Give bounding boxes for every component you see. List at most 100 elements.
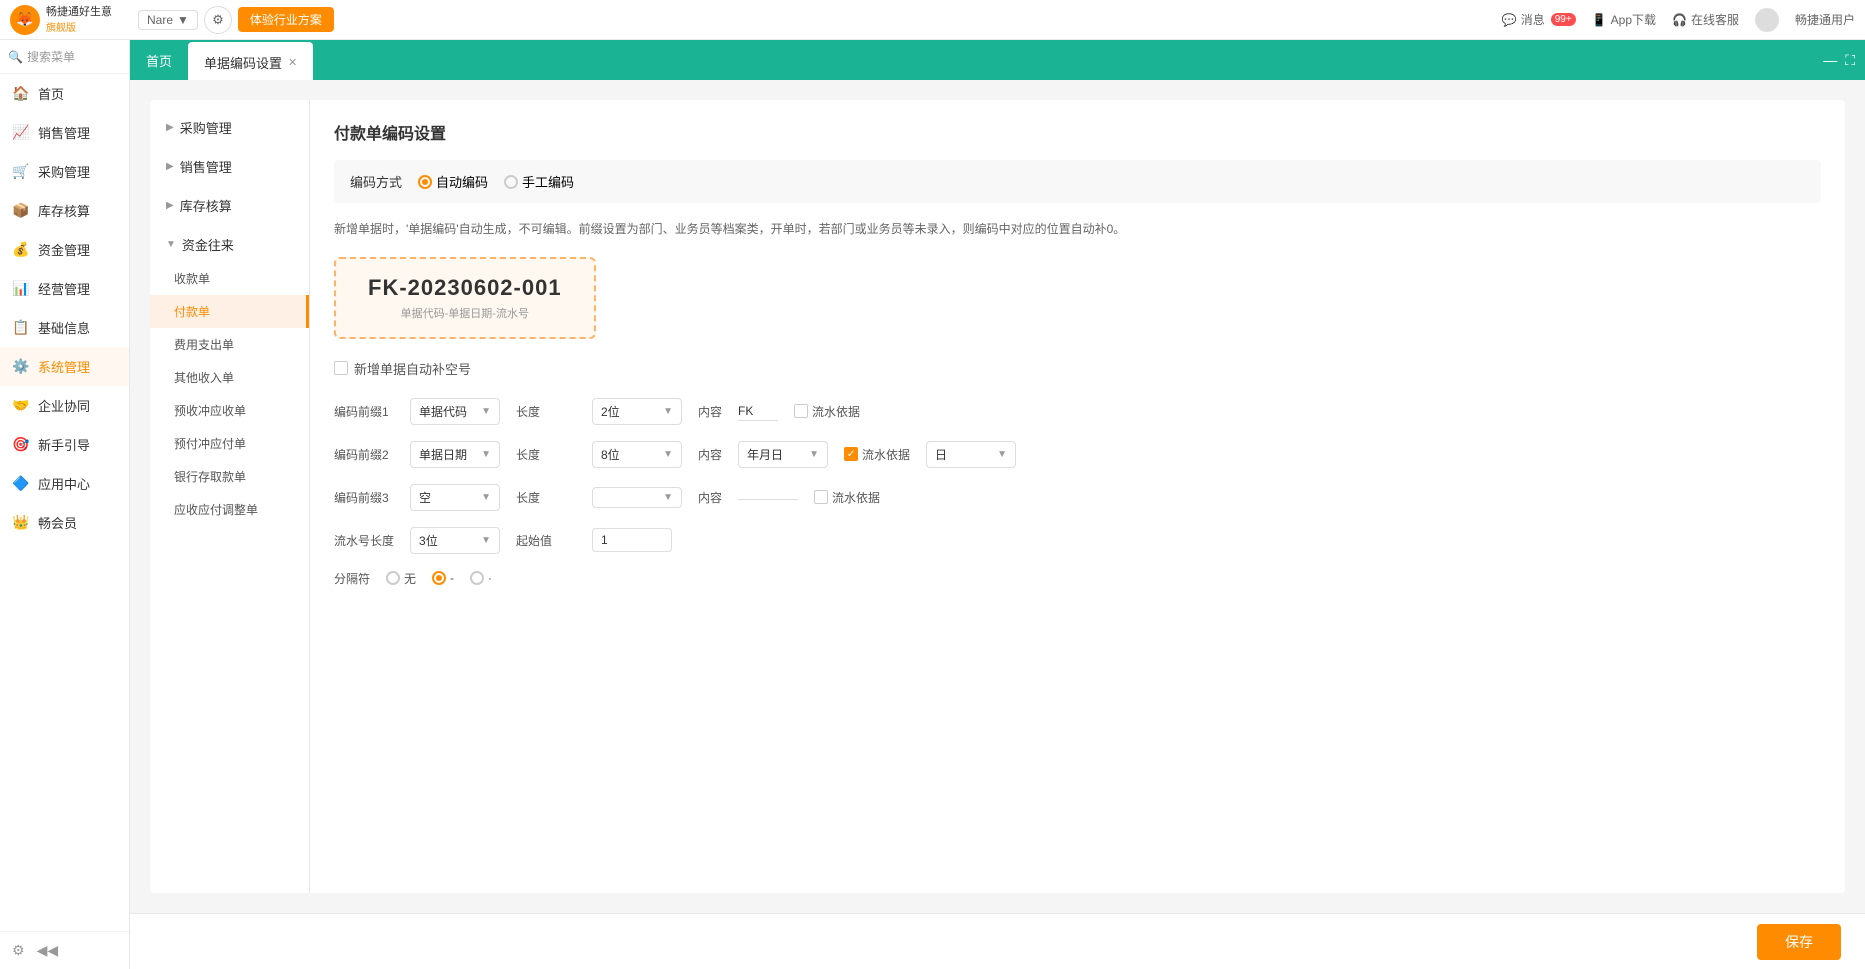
sidebar-item-vip[interactable]: 👑 畅会员 (0, 503, 129, 542)
app-download-button[interactable]: 📱 App下载 (1592, 11, 1656, 28)
subnav-item-other-income[interactable]: 其他收入单 (150, 361, 309, 394)
length2-select[interactable]: 8位 ▼ (592, 441, 682, 468)
auto-encode-option[interactable]: 自动编码 (418, 172, 488, 191)
avatar[interactable] (1755, 8, 1779, 32)
finance-icon: 💰 (12, 241, 30, 258)
manual-encode-radio[interactable] (504, 175, 518, 189)
subnav-item-payment[interactable]: 付款单 (150, 295, 309, 328)
separator-label: 分隔符 (334, 570, 374, 587)
subnav-item-bank[interactable]: 银行存取款单 (150, 460, 309, 493)
sep-dash-radio[interactable] (432, 571, 446, 585)
sidebar-item-home[interactable]: 🏠 首页 (0, 74, 129, 113)
code-preview-box: FK-20230602-001 单据代码-单据日期-流水号 (334, 257, 596, 339)
purchase-icon: 🛒 (12, 163, 30, 180)
prefix2-label: 编码前缀2 (334, 446, 394, 463)
subnav-item-receipt[interactable]: 收款单 (150, 262, 309, 295)
home-icon: 🏠 (12, 85, 30, 102)
page-title: 付款单编码设置 (334, 120, 1821, 144)
sidebar-item-enterprise[interactable]: 🤝 企业协同 (0, 386, 129, 425)
logo-area: 🦊 畅捷通好生意 旗舰版 (10, 5, 130, 35)
online-service-button[interactable]: 🎧 在线客服 (1672, 11, 1739, 28)
prefix3-select[interactable]: 空 ▼ (410, 484, 500, 511)
system-icon: ⚙️ (12, 358, 30, 375)
trial-button[interactable]: 体验行业方案 (238, 7, 334, 32)
search-icon: 🔍 (8, 50, 23, 64)
sidebar-item-operations[interactable]: 📊 经营管理 (0, 269, 129, 308)
messages-button[interactable]: 💬 消息 99+ (1502, 11, 1576, 28)
content2-select[interactable]: 年月日 ▼ (738, 441, 828, 468)
sidebar-item-basics[interactable]: 📋 基础信息 (0, 308, 129, 347)
auto-fill-row: 新增单据自动补空号 (334, 359, 1821, 378)
window-minimize-icon[interactable]: — (1823, 52, 1837, 68)
arrow-right-icon: ▶ (166, 122, 174, 133)
waterflow3-checkbox[interactable] (814, 490, 828, 504)
settings-button[interactable]: ⚙ (204, 6, 232, 34)
sep-dash-option[interactable]: - (432, 571, 454, 585)
sep-none-radio[interactable] (386, 571, 400, 585)
chevron-down-icon-l1: ▼ (663, 406, 673, 417)
notice-text: 新增单据时，'单据编码'自动生成，不可编辑。前缀设置为部门、业务员等档案类，开单… (334, 219, 1821, 241)
messages-badge: 99+ (1551, 13, 1576, 26)
subnav-item-adjustment[interactable]: 应收应付调整单 (150, 493, 309, 526)
sidebar-search[interactable]: 🔍 搜索菜单 (0, 40, 129, 74)
waterflow1-checkbox[interactable] (794, 404, 808, 418)
length3-select[interactable]: ▼ (592, 487, 682, 508)
inner-layout: ▶ 采购管理 ▶ 销售管理 ▶ (150, 100, 1845, 893)
serial-length-row: 流水号长度 3位 ▼ 起始值 (334, 527, 1821, 554)
manual-encode-option[interactable]: 手工编码 (504, 172, 574, 191)
sidebar-collapse-icon[interactable]: ◀◀ (37, 942, 59, 959)
subnav-header-sales[interactable]: ▶ 销售管理 (150, 149, 309, 184)
auto-encode-radio[interactable] (418, 175, 432, 189)
sidebar-item-finance[interactable]: 💰 资金管理 (0, 230, 129, 269)
logo-text: 畅捷通好生意 旗舰版 (46, 5, 112, 34)
sidebar-item-newguide[interactable]: 🎯 新手引导 (0, 425, 129, 464)
waterflow2-checkbox[interactable]: ✓ (844, 447, 858, 461)
prefix1-label: 编码前缀1 (334, 403, 394, 420)
code-preview-desc: 单据代码-单据日期-流水号 (368, 305, 562, 321)
tab-close-icon[interactable]: ✕ (288, 56, 297, 69)
serial-length-select[interactable]: 3位 ▼ (410, 527, 500, 554)
subnav-header-purchase[interactable]: ▶ 采购管理 (150, 110, 309, 145)
prefix2-row: 编码前缀2 单据日期 ▼ 长度 8位 ▼ 内容 (334, 441, 1821, 468)
waterflow2-period-select[interactable]: 日 ▼ (926, 441, 1016, 468)
sep-dot-radio[interactable] (470, 571, 484, 585)
auto-fill-checkbox[interactable] (334, 361, 348, 375)
subnav-header-finance[interactable]: ▼ 资金往来 (150, 227, 309, 262)
sidebar-item-appcenter[interactable]: 🔷 应用中心 (0, 464, 129, 503)
sidebar-item-inventory[interactable]: 📦 库存核算 (0, 191, 129, 230)
chevron-down-icon-l3: ▼ (663, 492, 673, 503)
sidebar-item-system[interactable]: ⚙️ 系统管理 (0, 347, 129, 386)
save-button[interactable]: 保存 (1757, 924, 1841, 960)
prefix2-select[interactable]: 单据日期 ▼ (410, 441, 500, 468)
sep-dot-option[interactable]: · (470, 571, 492, 585)
subnav-item-prepaid-receivable[interactable]: 预收冲应收单 (150, 394, 309, 427)
prefix3-label: 编码前缀3 (334, 489, 394, 506)
subnav-header-inventory[interactable]: ▶ 库存核算 (150, 188, 309, 223)
company-selector[interactable]: Nare ▼ (138, 10, 198, 30)
sep-none-option[interactable]: 无 (386, 570, 416, 587)
sidebar-settings-icon[interactable]: ⚙ (12, 942, 25, 959)
prefix1-select[interactable]: 单据代码 ▼ (410, 398, 500, 425)
bottom-bar: 保存 (130, 913, 1865, 969)
tab-serial-settings[interactable]: 单据编码设置 ✕ (188, 42, 313, 82)
tab-home[interactable]: 首页 (130, 40, 188, 80)
chevron-down-icon: ▼ (177, 13, 189, 27)
inventory-icon: 📦 (12, 202, 30, 219)
operations-icon: 📊 (12, 280, 30, 297)
length2-label: 长度 (516, 446, 576, 463)
subnav-group-purchase: ▶ 采购管理 (150, 110, 309, 145)
sales-icon: 📈 (12, 124, 30, 141)
arrow-right-icon-2: ▶ (166, 161, 174, 172)
page-content: ▶ 采购管理 ▶ 销售管理 ▶ (130, 80, 1865, 913)
sidebar-item-purchase[interactable]: 🛒 采购管理 (0, 152, 129, 191)
length1-select[interactable]: 2位 ▼ (592, 398, 682, 425)
subnav-item-expense[interactable]: 费用支出单 (150, 328, 309, 361)
subnav-item-prepaid-payable[interactable]: 预付冲应付单 (150, 427, 309, 460)
serial-length-label: 流水号长度 (334, 532, 394, 549)
start-value-input[interactable] (592, 528, 672, 552)
prefix1-row: 编码前缀1 单据代码 ▼ 长度 2位 ▼ 内容 FK (334, 398, 1821, 425)
encode-method-row: 编码方式 自动编码 手工编码 (334, 160, 1821, 203)
window-maximize-icon[interactable]: ⛶ (1845, 52, 1855, 69)
sidebar-item-sales[interactable]: 📈 销售管理 (0, 113, 129, 152)
code-preview-value: FK-20230602-001 (368, 275, 562, 301)
